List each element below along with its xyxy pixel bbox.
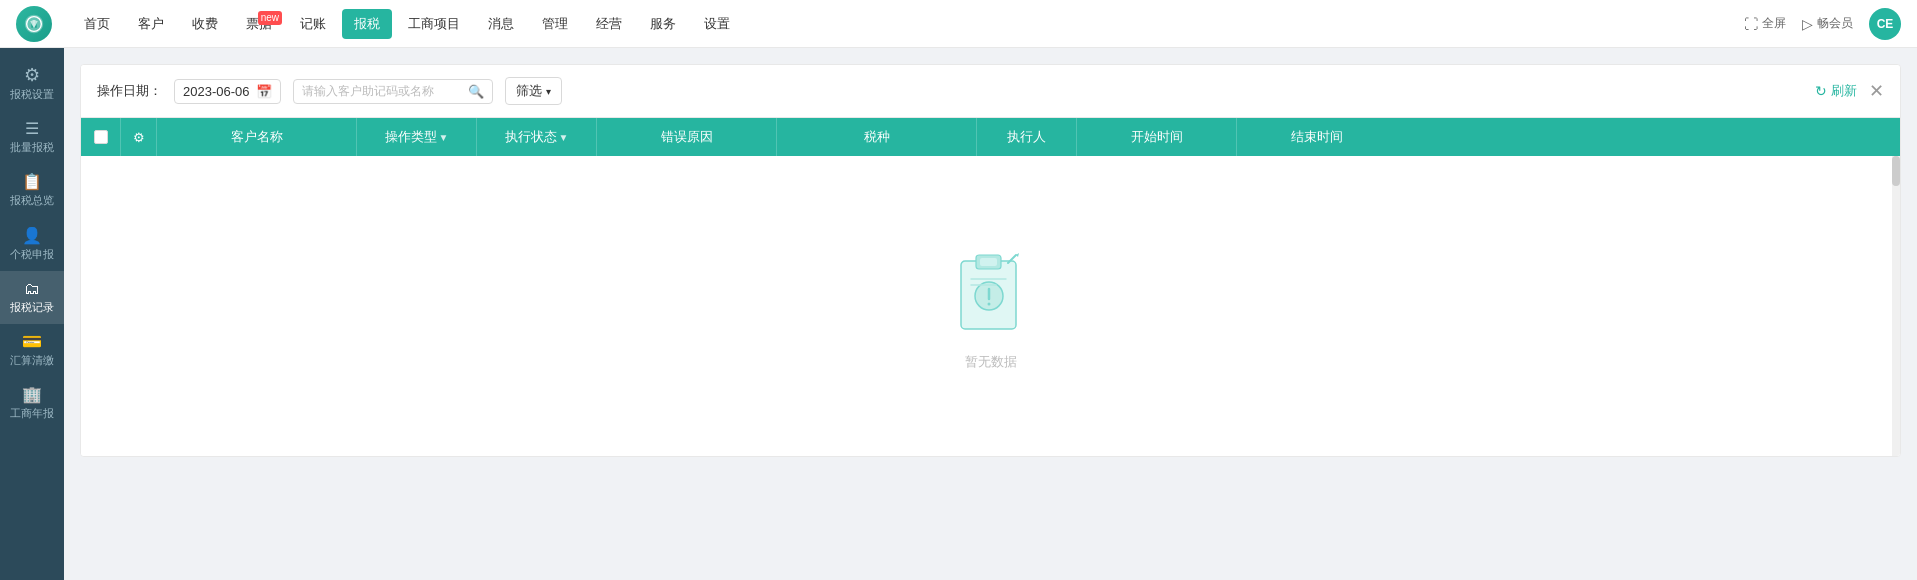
sidebar-item-tax-records[interactable]: 🗂 报税记录 <box>0 271 64 324</box>
sort-icon: ▼ <box>559 132 569 143</box>
annual-report-icon: 🏢 <box>22 387 42 403</box>
header-checkbox[interactable] <box>94 130 108 144</box>
sidebar-item-label: 工商年报 <box>10 407 54 420</box>
nav-item-accounts[interactable]: 记账 <box>288 9 338 39</box>
nav-items: 首页 客户 收费 票据 new 记账 报税 工商项目 消息 管理 经营 服务 设… <box>72 9 1744 39</box>
calendar-icon: 📅 <box>256 84 272 99</box>
tax-settings-icon: ⚙ <box>24 66 40 84</box>
top-nav: 首页 客户 收费 票据 new 记账 报税 工商项目 消息 管理 经营 服务 设… <box>0 0 1917 48</box>
nav-item-billing[interactable]: 收费 <box>180 9 230 39</box>
table-body: 暂无数据 <box>81 156 1900 456</box>
search-box: 🔍 <box>293 79 493 104</box>
search-icon[interactable]: 🔍 <box>468 84 484 99</box>
date-picker[interactable]: 2023-06-06 📅 <box>174 79 281 104</box>
sidebar-item-label: 报税总览 <box>10 194 54 207</box>
filter-label: 筛选 <box>516 82 542 100</box>
fullscreen-icon: ⛶ <box>1744 16 1758 32</box>
nav-right: ⛶ 全屏 ▷ 畅会员 CE <box>1744 8 1901 40</box>
settlement-icon: 💳 <box>22 334 42 350</box>
sidebar-item-personal-tax[interactable]: 👤 个税申报 <box>0 218 64 271</box>
search-input[interactable] <box>302 84 468 98</box>
table-container: 操作日期： 2023-06-06 📅 🔍 筛选 ▾ ↻ 刷新 ✕ <box>80 64 1901 457</box>
main-content: 操作日期： 2023-06-06 📅 🔍 筛选 ▾ ↻ 刷新 ✕ <box>64 48 1917 580</box>
refresh-icon: ↻ <box>1815 83 1827 99</box>
th-executor: 执行人 <box>977 118 1077 156</box>
filter-button[interactable]: 筛选 ▾ <box>505 77 562 105</box>
sidebar-item-settlement[interactable]: 💳 汇算清缴 <box>0 324 64 377</box>
sidebar-item-tax-settings[interactable]: ⚙ 报税设置 <box>0 56 64 111</box>
sidebar-item-label: 报税设置 <box>10 88 54 101</box>
th-tax-type: 税种 <box>777 118 977 156</box>
nav-item-service[interactable]: 服务 <box>638 9 688 39</box>
th-operation-type[interactable]: 操作类型 ▼ <box>357 118 477 156</box>
nav-item-finance[interactable]: 经营 <box>584 9 634 39</box>
th-error-reason: 错误原因 <box>597 118 777 156</box>
sidebar: ⚙ 报税设置 ☰ 批量报税 📋 报税总览 👤 个税申报 🗂 报税记录 💳 汇算清… <box>0 48 64 580</box>
date-value: 2023-06-06 <box>183 84 250 99</box>
personal-tax-icon: 👤 <box>22 228 42 244</box>
sidebar-item-batch-tax[interactable]: ☰ 批量报税 <box>0 111 64 164</box>
scrollbar[interactable] <box>1892 156 1900 456</box>
app-logo[interactable] <box>16 6 52 42</box>
tax-records-icon: 🗂 <box>24 281 40 297</box>
batch-tax-icon: ☰ <box>25 121 39 137</box>
nav-item-business[interactable]: 工商项目 <box>396 9 472 39</box>
empty-text: 暂无数据 <box>965 353 1017 371</box>
th-checkbox[interactable] <box>81 118 121 156</box>
nav-item-settings[interactable]: 设置 <box>692 9 742 39</box>
toolbar: 操作日期： 2023-06-06 📅 🔍 筛选 ▾ ↻ 刷新 ✕ <box>81 65 1900 118</box>
sidebar-item-annual-report[interactable]: 🏢 工商年报 <box>0 377 64 430</box>
settings-icon: ⚙ <box>133 130 145 145</box>
nav-item-messages[interactable]: 消息 <box>476 9 526 39</box>
play-icon: ▷ <box>1802 16 1813 32</box>
nav-item-admin[interactable]: 管理 <box>530 9 580 39</box>
th-settings[interactable]: ⚙ <box>121 118 157 156</box>
th-start-time: 开始时间 <box>1077 118 1237 156</box>
svg-point-5 <box>987 303 990 306</box>
table-header: ⚙ 客户名称 操作类型 ▼ 执行状态 ▼ 错误原因 税种 执行人 <box>81 118 1900 156</box>
toolbar-right: ↻ 刷新 ✕ <box>1815 82 1884 100</box>
empty-state: 暂无数据 <box>906 201 1076 411</box>
sidebar-item-tax-summary[interactable]: 📋 报税总览 <box>0 164 64 217</box>
svg-marker-7 <box>1016 253 1019 257</box>
fullscreen-button[interactable]: ⛶ 全屏 <box>1744 15 1786 32</box>
th-client-name: 客户名称 <box>157 118 357 156</box>
nav-item-clients[interactable]: 客户 <box>126 9 176 39</box>
nav-item-tax[interactable]: 报税 <box>342 9 392 39</box>
scrollbar-thumb[interactable] <box>1892 156 1900 186</box>
nav-item-invoice[interactable]: 票据 new <box>234 9 284 39</box>
member-button[interactable]: ▷ 畅会员 <box>1802 15 1853 32</box>
th-end-time: 结束时间 <box>1237 118 1397 156</box>
sidebar-item-label: 汇算清缴 <box>10 354 54 367</box>
refresh-button[interactable]: ↻ 刷新 <box>1815 82 1857 100</box>
svg-rect-2 <box>980 258 997 266</box>
new-badge: new <box>258 11 282 25</box>
sidebar-item-label: 报税记录 <box>10 301 54 314</box>
sidebar-item-label: 个税申报 <box>10 248 54 261</box>
chevron-down-icon: ▾ <box>546 86 551 97</box>
date-label: 操作日期： <box>97 82 162 100</box>
empty-illustration <box>946 241 1036 341</box>
th-exec-status[interactable]: 执行状态 ▼ <box>477 118 597 156</box>
nav-item-home[interactable]: 首页 <box>72 9 122 39</box>
close-button[interactable]: ✕ <box>1869 82 1884 100</box>
avatar[interactable]: CE <box>1869 8 1901 40</box>
tax-summary-icon: 📋 <box>22 174 42 190</box>
sidebar-item-label: 批量报税 <box>10 141 54 154</box>
sort-icon: ▼ <box>439 132 449 143</box>
